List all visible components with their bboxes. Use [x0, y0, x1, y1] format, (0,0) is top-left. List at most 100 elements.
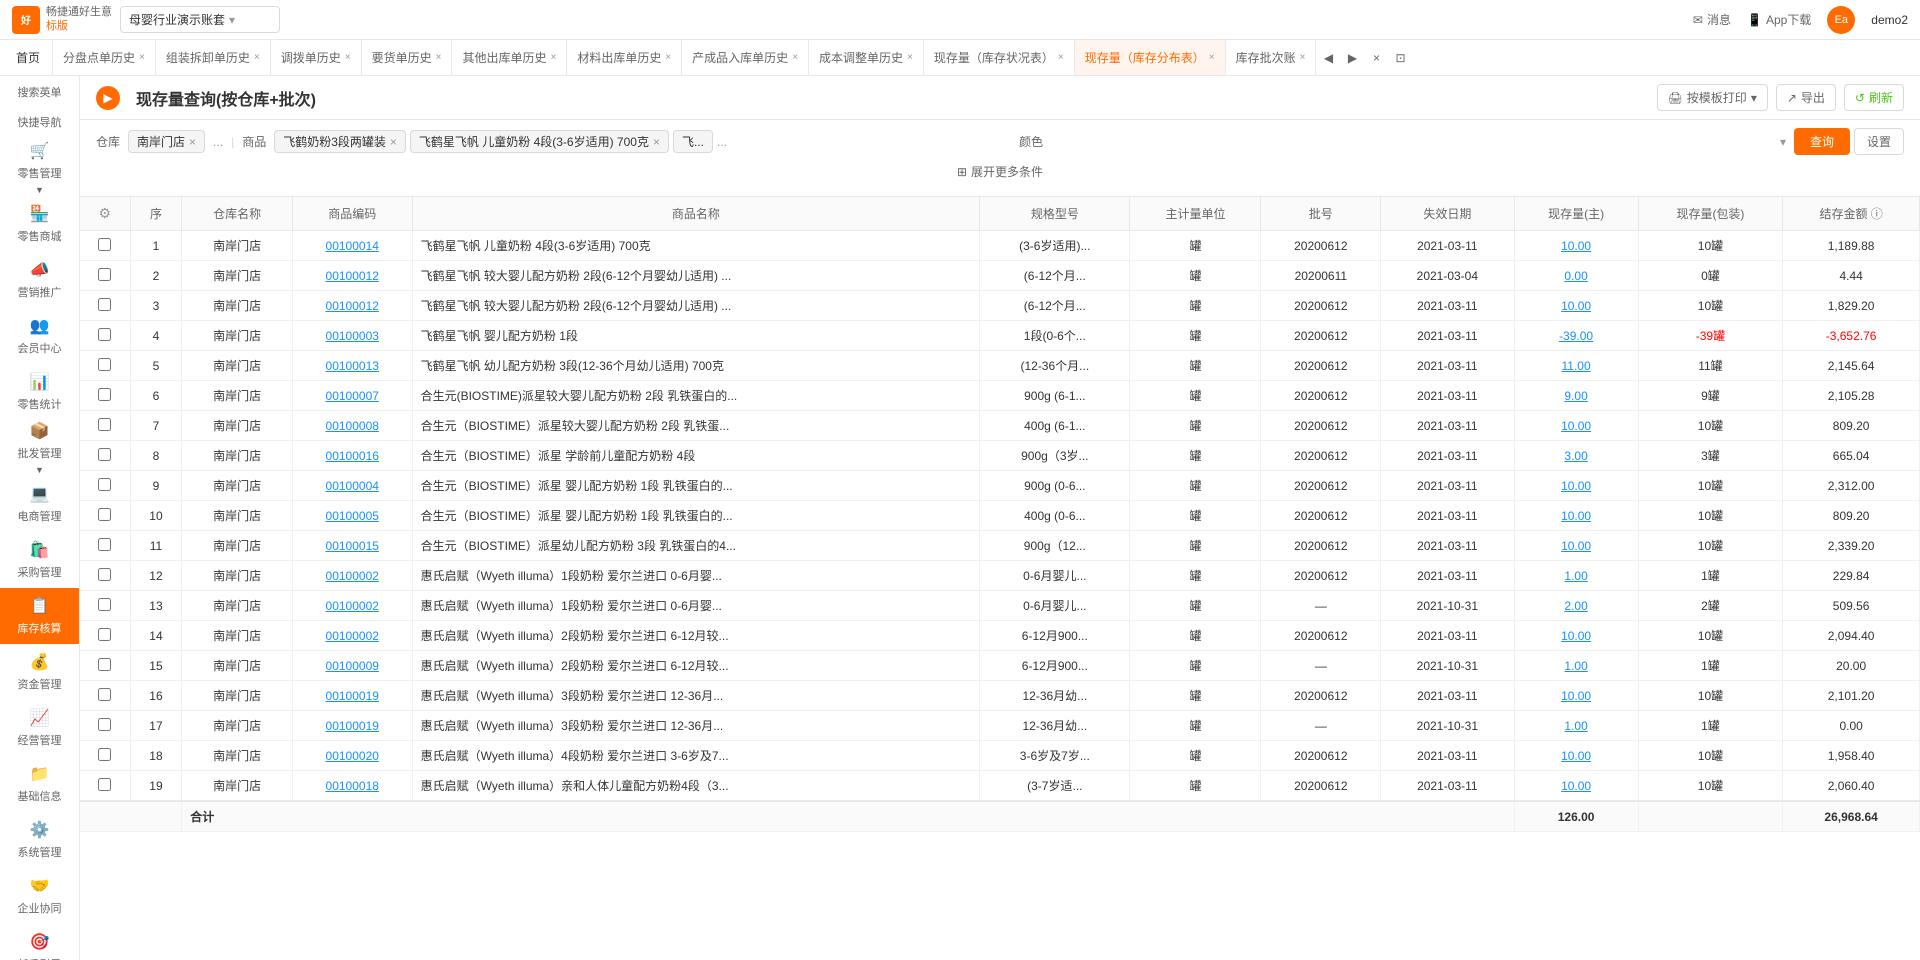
tab-picking[interactable]: 调拨单历史 × — [271, 40, 362, 76]
product-tag-1[interactable]: 飞鹤星飞帆 儿童奶粉 4段(3-6岁适用) 700克 × — [410, 130, 669, 153]
row-stock-main[interactable]: 10.00 — [1514, 231, 1638, 261]
row-checkbox[interactable] — [80, 261, 130, 291]
row-stock-main[interactable]: 1.00 — [1514, 561, 1638, 591]
row-stock-main[interactable]: 9.00 — [1514, 381, 1638, 411]
tab-close-icon[interactable]: × — [345, 52, 351, 63]
refresh-btn[interactable]: ↺ 刷新 — [1844, 84, 1904, 111]
row-code[interactable]: 00100012 — [292, 291, 412, 321]
row-code[interactable]: 00100012 — [292, 261, 412, 291]
tab-require-goods[interactable]: 要货单历史 × — [362, 40, 453, 76]
row-code[interactable]: 00100004 — [292, 471, 412, 501]
tab-close-icon[interactable]: × — [792, 52, 798, 63]
app-download-btn[interactable]: 📱 App下载 — [1747, 11, 1811, 28]
row-code[interactable]: 00100002 — [292, 561, 412, 591]
row-code[interactable]: 00100008 — [292, 411, 412, 441]
tab-other-out[interactable]: 其他出库单历史 × — [452, 40, 567, 76]
row-stock-main[interactable]: 10.00 — [1514, 621, 1638, 651]
table-setting-icon[interactable]: ⚙ — [99, 205, 112, 221]
row-stock-main[interactable]: 0.00 — [1514, 261, 1638, 291]
avatar[interactable]: Ea — [1827, 6, 1855, 34]
row-checkbox[interactable] — [80, 471, 130, 501]
row-stock-main[interactable]: 11.00 — [1514, 351, 1638, 381]
row-checkbox[interactable] — [80, 351, 130, 381]
row-stock-main[interactable]: 10.00 — [1514, 771, 1638, 802]
row-checkbox[interactable] — [80, 591, 130, 621]
tab-close-icon[interactable]: × — [1058, 52, 1064, 63]
row-checkbox[interactable] — [80, 381, 130, 411]
row-code[interactable]: 00100016 — [292, 441, 412, 471]
warehouse-tag-remove[interactable]: × — [189, 135, 196, 149]
col-setting-header[interactable]: ⚙ — [80, 197, 130, 231]
sidebar-item-guide[interactable]: 🎯 新手引导 — [0, 924, 79, 960]
row-checkbox[interactable] — [80, 711, 130, 741]
row-stock-main[interactable]: 1.00 — [1514, 711, 1638, 741]
tab-close-icon[interactable]: × — [139, 52, 145, 63]
expand-btn[interactable]: ▶ — [96, 86, 120, 110]
product-more[interactable]: ... — [717, 135, 727, 149]
tab-close-icon[interactable]: × — [1300, 52, 1306, 63]
row-checkbox[interactable] — [80, 231, 130, 261]
row-checkbox[interactable] — [80, 441, 130, 471]
tab-home[interactable]: 首页 — [4, 40, 53, 76]
export-btn[interactable]: ↗ 导出 — [1776, 84, 1836, 111]
sidebar-item-marketing[interactable]: 📣 营销推广 — [0, 252, 79, 308]
tab-close-icon[interactable]: × — [665, 52, 671, 63]
row-code[interactable]: 00100009 — [292, 651, 412, 681]
sidebar-item-enterprise[interactable]: 🤝 企业协同 — [0, 868, 79, 924]
tab-prev-btn[interactable]: ◀ — [1316, 46, 1340, 70]
messages-btn[interactable]: ✉ 消息 — [1693, 11, 1731, 28]
sidebar-item-retail[interactable]: 🛒 零售管理 ▼ — [0, 140, 79, 196]
product-tag-2[interactable]: 飞... — [673, 130, 713, 153]
product-tag-0-remove[interactable]: × — [390, 135, 397, 149]
sidebar-item-inventory[interactable]: 📋 库存核算 — [0, 588, 79, 644]
row-stock-main[interactable]: 10.00 — [1514, 741, 1638, 771]
row-checkbox[interactable] — [80, 681, 130, 711]
row-checkbox[interactable] — [80, 621, 130, 651]
row-code[interactable]: 00100003 — [292, 321, 412, 351]
sidebar-item-operations[interactable]: 📈 经营管理 — [0, 700, 79, 756]
tab-batch-account[interactable]: 库存批次账 × — [1226, 40, 1317, 76]
tab-menu-btn[interactable]: ⊡ — [1388, 46, 1412, 70]
tab-disassemble[interactable]: 组装拆卸单历史 × — [156, 40, 271, 76]
row-code[interactable]: 00100019 — [292, 711, 412, 741]
sidebar-item-retail-shop[interactable]: 🏪 零售商城 — [0, 196, 79, 252]
row-code[interactable]: 00100007 — [292, 381, 412, 411]
sidebar-search[interactable]: 搜索英单 — [0, 76, 79, 108]
row-stock-main[interactable]: 1.00 — [1514, 651, 1638, 681]
tab-material-out[interactable]: 材料出库单历史 × — [567, 40, 682, 76]
row-checkbox[interactable] — [80, 531, 130, 561]
sidebar-item-member[interactable]: 👥 会员中心 — [0, 308, 79, 364]
row-checkbox[interactable] — [80, 411, 130, 441]
row-code[interactable]: 00100002 — [292, 621, 412, 651]
tab-close-icon[interactable]: × — [1209, 52, 1215, 63]
row-checkbox[interactable] — [80, 741, 130, 771]
tab-close-all-btn[interactable]: × — [1364, 46, 1388, 70]
warehouse-filter-tag[interactable]: 南岸门店 × — [128, 130, 205, 153]
row-code[interactable]: 00100014 — [292, 231, 412, 261]
product-tag-1-remove[interactable]: × — [653, 135, 660, 149]
expand-conditions-btn[interactable]: ⊞ 展开更多条件 — [957, 159, 1043, 184]
row-stock-main[interactable]: 3.00 — [1514, 441, 1638, 471]
tab-close-icon[interactable]: × — [436, 52, 442, 63]
row-stock-main[interactable]: 10.00 — [1514, 411, 1638, 441]
sidebar-item-system[interactable]: ⚙️ 系统管理 — [0, 812, 79, 868]
product-tag-0[interactable]: 飞鹤奶粉3段两罐装 × — [274, 130, 406, 153]
row-stock-main[interactable]: 2.00 — [1514, 591, 1638, 621]
row-code[interactable]: 00100015 — [292, 531, 412, 561]
setting-btn[interactable]: 设置 — [1854, 128, 1904, 155]
org-selector[interactable]: 母婴行业演示账套 ▾ — [120, 6, 280, 33]
tab-split-stocktake[interactable]: 分盘点单历史 × — [53, 40, 156, 76]
row-checkbox[interactable] — [80, 771, 130, 802]
row-stock-main[interactable]: -39.00 — [1514, 321, 1638, 351]
row-stock-main[interactable]: 10.00 — [1514, 291, 1638, 321]
tab-close-icon[interactable]: × — [907, 52, 913, 63]
sidebar-item-retail-stats[interactable]: 📊 零售统计 — [0, 364, 79, 420]
row-code[interactable]: 00100013 — [292, 351, 412, 381]
row-checkbox[interactable] — [80, 321, 130, 351]
row-checkbox[interactable] — [80, 561, 130, 591]
tab-close-icon[interactable]: × — [254, 52, 260, 63]
row-code[interactable]: 00100020 — [292, 741, 412, 771]
tab-inventory-status[interactable]: 现存量（库存状况表） × — [924, 40, 1075, 76]
row-code[interactable]: 00100002 — [292, 591, 412, 621]
tab-inventory-dist[interactable]: 现存量（库存分布表） × — [1075, 40, 1226, 76]
